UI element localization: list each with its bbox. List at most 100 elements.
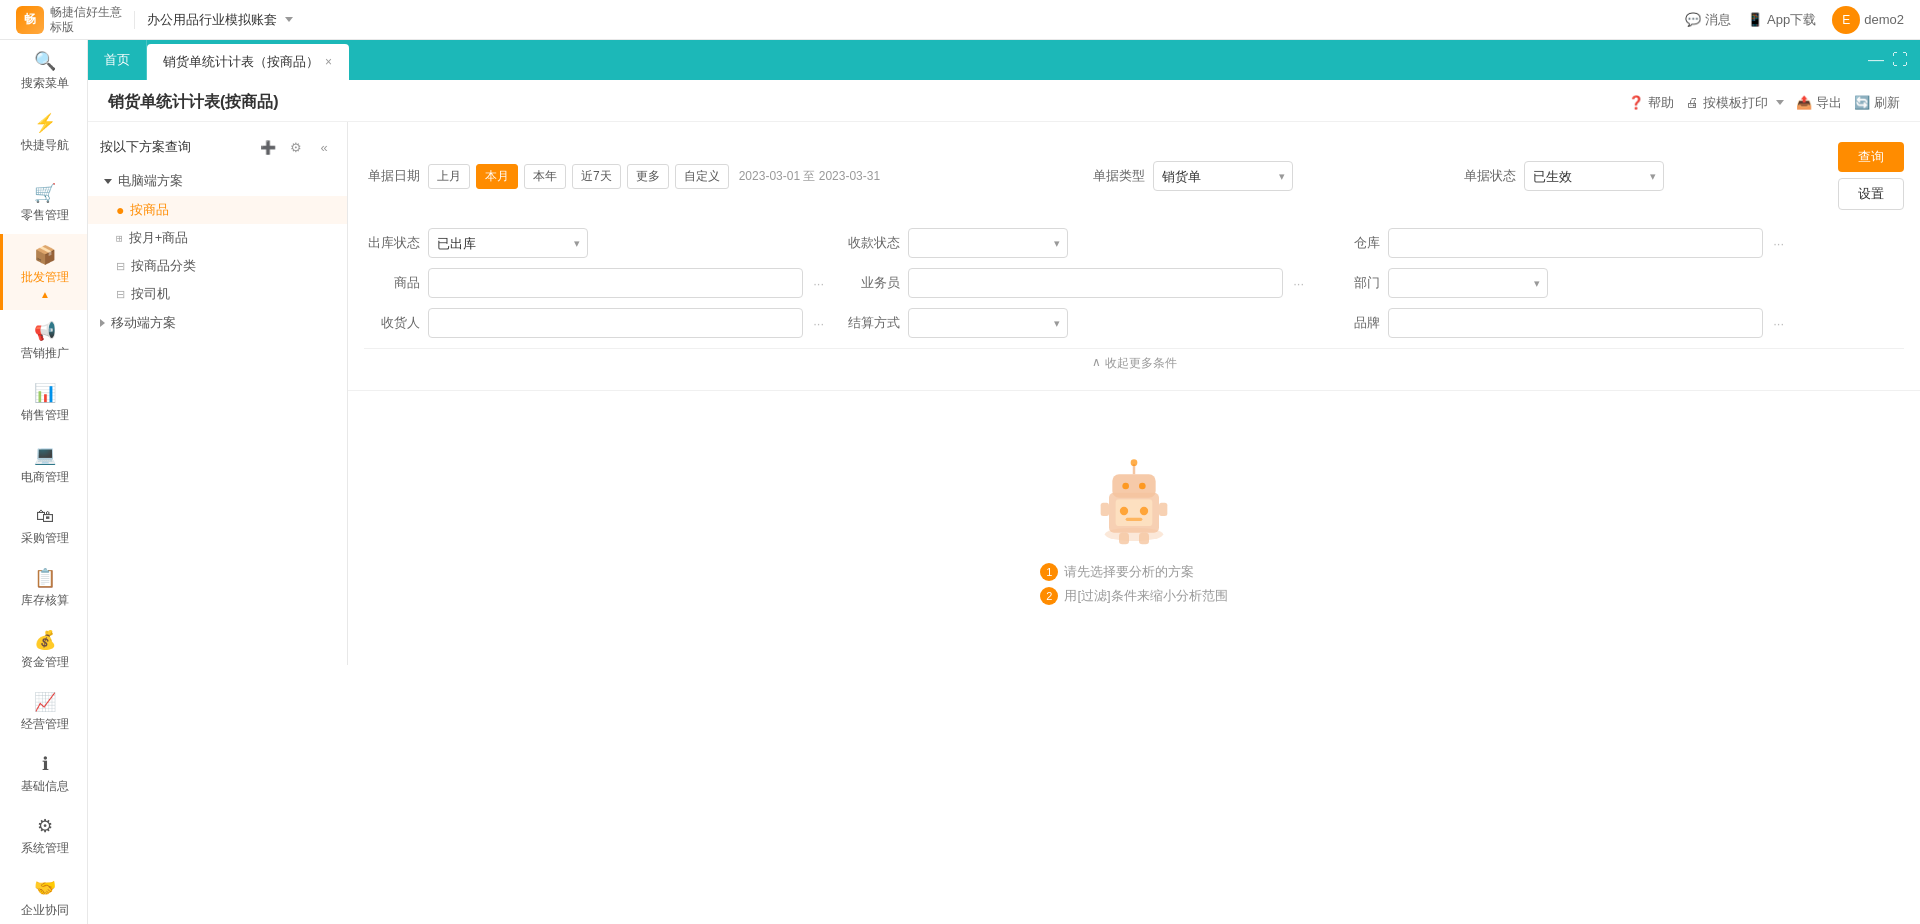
help-btn[interactable]: ❓ 帮助	[1628, 94, 1674, 112]
sidebar-item-operations[interactable]: 📈 经营管理	[0, 681, 87, 743]
out-status-select[interactable]: 已出库	[428, 228, 588, 258]
sidebar-item-ecommerce[interactable]: 💻 电商管理	[0, 434, 87, 496]
filter-item-collection: 收款状态	[844, 228, 1308, 258]
filter-row-4: 收货人 ··· 结算方式	[364, 308, 1904, 338]
sidebar-item-marketing[interactable]: 📢 营销推广	[0, 310, 87, 372]
tree-item-by-product[interactable]: ● 按商品	[88, 196, 347, 224]
help-icon: ❓	[1628, 95, 1644, 110]
date-btn-last7[interactable]: 近7天	[572, 164, 621, 189]
marketing-icon: 📢	[34, 320, 56, 342]
date-group: 上月 本月 本年 近7天 更多 自定义 2023-03-01 至 2023-03…	[428, 164, 880, 189]
refresh-btn[interactable]: 🔄 刷新	[1854, 94, 1900, 112]
svg-rect-13	[1119, 533, 1129, 545]
app-selector[interactable]: 办公用品行业模拟账套	[134, 11, 293, 29]
brand-label: 品牌	[1324, 314, 1380, 332]
salesman-more-btn[interactable]: ···	[1289, 276, 1308, 291]
date-btn-this-year[interactable]: 本年	[524, 164, 566, 189]
collapse-filter-btn[interactable]: ∧ 收起更多条件	[364, 348, 1904, 378]
date-btn-custom[interactable]: 自定义	[675, 164, 729, 189]
filter-control-status: 已生效	[1524, 161, 1815, 191]
salesman-input[interactable]	[908, 268, 1283, 298]
filter-control-collection	[908, 228, 1308, 258]
settlement-select-wrap	[908, 308, 1068, 338]
page-header: 销货单统计计表(按商品) ❓ 帮助 🖨 按模板打印 📤 导出	[88, 80, 1920, 122]
date-btn-this-month[interactable]: 本月	[476, 164, 518, 189]
svg-rect-7	[1159, 503, 1167, 516]
message-btn[interactable]: 💬 消息	[1685, 11, 1731, 29]
wholesale-icon: 📦	[34, 244, 56, 266]
receiver-more-btn[interactable]: ···	[809, 316, 828, 331]
brand-input[interactable]	[1388, 308, 1763, 338]
type-label: 单据类型	[1089, 167, 1145, 185]
warehouse-input[interactable]	[1388, 228, 1763, 258]
status-select[interactable]: 已生效	[1524, 161, 1664, 191]
empty-line-1: 1 请先选择要分析的方案	[1040, 563, 1227, 581]
tab-close-btn[interactable]: ×	[325, 55, 332, 69]
tree-pc-section[interactable]: 电脑端方案	[88, 166, 347, 196]
filter-item-salesman: 业务员 ···	[844, 268, 1308, 298]
sidebar-item-search[interactable]: 🔍 搜索菜单	[0, 40, 87, 102]
empty-state: 1 请先选择要分析的方案 2 用[过滤]条件来缩小分析范围	[348, 391, 1920, 665]
sidebar-item-enterprise-collab[interactable]: 🤝 企业协同	[0, 867, 87, 924]
left-panel-icons: ➕ ⚙ «	[257, 136, 335, 158]
tree-item-month-product[interactable]: ⊞ 按月+商品	[88, 224, 347, 252]
app-download-btn[interactable]: 📱 App下载	[1747, 11, 1816, 29]
tree-item-by-printer[interactable]: ⊟ 按司机	[88, 280, 347, 308]
date-btn-last-month[interactable]: 上月	[428, 164, 470, 189]
retail-icon: 🛒	[34, 182, 56, 204]
content-area: 首页 销货单统计计表（按商品） × — ⛶ 销货单统计计表(按商品) ❓ 帮助	[88, 40, 1920, 924]
print-btn[interactable]: 🖨 按模板打印	[1686, 94, 1784, 112]
settlement-label: 结算方式	[844, 314, 900, 332]
collection-select[interactable]	[908, 228, 1068, 258]
sidebar-item-purchase[interactable]: 🛍 采购管理	[0, 496, 87, 557]
inventory-icon: 📋	[34, 567, 56, 589]
sidebar-item-basic-info[interactable]: ℹ 基础信息	[0, 743, 87, 805]
product-more-btn[interactable]: ···	[809, 276, 828, 291]
add-scheme-btn[interactable]: ➕	[257, 136, 279, 158]
tab-active[interactable]: 销货单统计计表（按商品） ×	[147, 44, 349, 80]
filter-control-dept	[1388, 268, 1788, 298]
sidebar-item-shortcuts[interactable]: ⚡ 快捷导航	[0, 102, 87, 164]
three-panel: 按以下方案查询 ➕ ⚙ « 电脑端方案 ●	[88, 122, 1920, 665]
dept-select[interactable]	[1388, 268, 1548, 298]
sidebar-item-retail[interactable]: 🛒 零售管理	[0, 172, 87, 234]
sidebar-item-inventory[interactable]: 📋 库存核算	[0, 557, 87, 619]
warehouse-label: 仓库	[1324, 234, 1380, 252]
filter-control-warehouse: ···	[1388, 228, 1788, 258]
export-btn[interactable]: 📤 导出	[1796, 94, 1842, 112]
collapse-panel-btn[interactable]: «	[313, 136, 335, 158]
sidebar-item-system[interactable]: ⚙ 系统管理	[0, 805, 87, 867]
query-btn[interactable]: 查询	[1838, 142, 1904, 172]
sales-icon: 📊	[34, 382, 56, 404]
page-actions: ❓ 帮助 🖨 按模板打印 📤 导出 🔄 刷新	[1628, 94, 1900, 112]
product-input[interactable]	[428, 268, 803, 298]
type-select[interactable]: 销货单	[1153, 161, 1293, 191]
tree-mobile-section[interactable]: 移动端方案	[88, 308, 347, 338]
filter-item-receiver: 收货人 ···	[364, 308, 828, 338]
settings-btn[interactable]: 设置	[1838, 178, 1904, 210]
user-avatar-area[interactable]: E demo2	[1832, 6, 1904, 34]
warehouse-more-btn[interactable]: ···	[1769, 236, 1788, 251]
tab-minimize-btn[interactable]: —	[1868, 51, 1884, 69]
out-status-label: 出库状态	[364, 234, 420, 252]
receiver-input[interactable]	[428, 308, 803, 338]
brand-more-btn[interactable]: ···	[1769, 316, 1788, 331]
status-label: 单据状态	[1460, 167, 1516, 185]
left-panel-header: 按以下方案查询 ➕ ⚙ «	[88, 132, 347, 166]
tab-maximize-btn[interactable]: ⛶	[1892, 51, 1908, 69]
settlement-select[interactable]	[908, 308, 1068, 338]
ecommerce-icon: 💻	[34, 444, 56, 466]
left-panel: 按以下方案查询 ➕ ⚙ « 电脑端方案 ●	[88, 122, 348, 665]
filter-item-out-status: 出库状态 已出库	[364, 228, 828, 258]
edit-scheme-btn[interactable]: ⚙	[285, 136, 307, 158]
sidebar-item-wholesale[interactable]: 📦 批发管理 ▲	[0, 234, 87, 310]
sidebar-item-finance[interactable]: 💰 资金管理	[0, 619, 87, 681]
svg-point-3	[1120, 507, 1128, 515]
main-layout: 🔍 搜索菜单 ⚡ 快捷导航 🛒 零售管理 📦 批发管理 ▲ 📢 营销推广 📊 销…	[0, 40, 1920, 924]
date-btn-more[interactable]: 更多	[627, 164, 669, 189]
operations-icon: 📈	[34, 691, 56, 713]
tab-home[interactable]: 首页	[88, 40, 147, 80]
tree-item-product-category[interactable]: ⊟ 按商品分类	[88, 252, 347, 280]
sidebar-item-sales[interactable]: 📊 销售管理	[0, 372, 87, 434]
refresh-icon: 🔄	[1854, 95, 1870, 110]
